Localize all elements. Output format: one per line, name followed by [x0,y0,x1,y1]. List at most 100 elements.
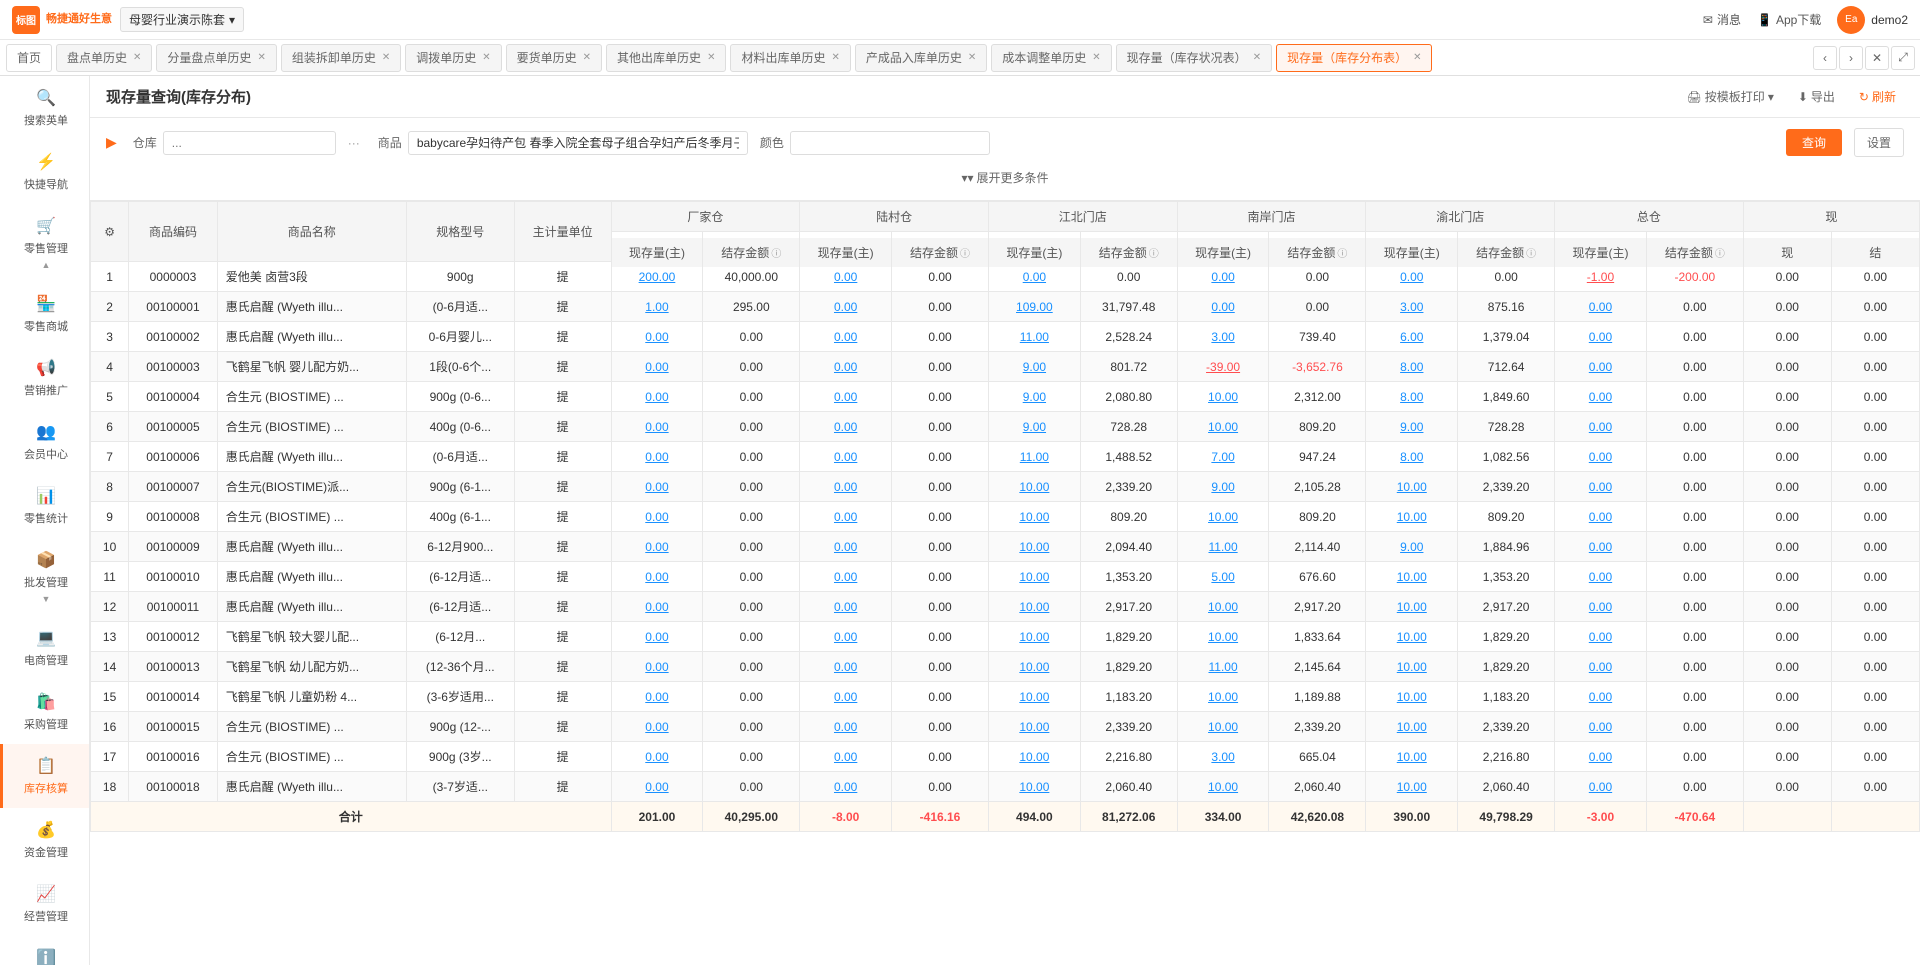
table-cell[interactable]: -39.00 [1177,352,1269,382]
table-cell[interactable]: 0.00 [611,622,703,652]
table-cell[interactable]: 0.00 [703,382,800,412]
table-cell[interactable]: 10.00 [1177,412,1269,442]
table-cell[interactable]: 0.00 [1646,772,1743,802]
table-cell[interactable]: 0.00 [800,622,892,652]
table-cell[interactable]: 0.00 [1646,652,1743,682]
table-cell[interactable]: 2,216.80 [1080,742,1177,772]
tab-11[interactable]: 现存量（库存分布表） ✕ [1276,44,1432,72]
sidebar-item-basic-info[interactable]: ℹ️ 基础信息 [0,936,89,965]
tab-8[interactable]: 产成品入库单历史 ✕ [855,44,987,72]
table-cell[interactable]: 2,094.40 [1080,532,1177,562]
store-selector[interactable]: 母婴行业演示陈套 ▾ [120,7,244,32]
table-cell[interactable]: 0.00 [1743,652,1831,682]
table-cell[interactable]: 0.00 [1646,412,1743,442]
table-cell[interactable]: 10.00 [988,742,1080,772]
table-cell[interactable]: 875.16 [1458,292,1555,322]
table-cell[interactable]: 3.00 [1177,322,1269,352]
close-icon[interactable]: ✕ [583,52,591,63]
table-cell[interactable]: 0.00 [1831,292,1919,322]
sidebar-item-finance[interactable]: 💰 资金管理 [0,808,89,872]
table-cell[interactable]: 0.00 [703,772,800,802]
table-cell[interactable]: 11.00 [1177,532,1269,562]
table-cell[interactable]: 0.00 [1646,382,1743,412]
table-cell[interactable]: 0.00 [611,592,703,622]
table-cell[interactable]: 2,339.20 [1458,712,1555,742]
table-cell[interactable]: 0.00 [1743,742,1831,772]
table-cell[interactable]: 11.00 [988,442,1080,472]
table-cell[interactable]: 1,353.20 [1080,562,1177,592]
table-cell[interactable]: 0.00 [1555,352,1647,382]
sidebar-item-purchase[interactable]: 🛍️ 采购管理 [0,680,89,744]
table-cell[interactable]: 0.00 [1743,562,1831,592]
table-cell[interactable]: 0.00 [892,682,989,712]
table-cell[interactable]: 1,833.64 [1269,622,1366,652]
table-cell[interactable]: 10.00 [1366,472,1458,502]
table-cell[interactable]: 0.00 [892,322,989,352]
table-cell[interactable]: 10.00 [1177,682,1269,712]
table-cell[interactable]: 0.00 [703,472,800,502]
table-cell[interactable]: 0.00 [1646,322,1743,352]
table-cell[interactable]: 0.00 [611,682,703,712]
table-cell[interactable]: 10.00 [988,532,1080,562]
table-cell[interactable]: 0.00 [1555,652,1647,682]
table-cell[interactable]: 9.00 [1366,532,1458,562]
table-cell[interactable]: 2,216.80 [1458,742,1555,772]
table-cell[interactable]: 0.00 [1743,592,1831,622]
table-cell[interactable]: 0.00 [1646,562,1743,592]
table-cell[interactable]: 2,060.40 [1080,772,1177,802]
table-cell[interactable]: 1,353.20 [1458,562,1555,592]
tab-4[interactable]: 调拨单历史 ✕ [405,44,501,72]
table-cell[interactable]: 0.00 [1269,292,1366,322]
table-cell[interactable]: 0.00 [1555,772,1647,802]
table-cell[interactable]: 0.00 [892,472,989,502]
table-cell[interactable]: 0.00 [800,442,892,472]
table-cell[interactable]: 10.00 [1366,562,1458,592]
table-cell[interactable]: 0.00 [1555,562,1647,592]
table-cell[interactable]: 10.00 [1366,502,1458,532]
table-cell[interactable]: 0.00 [611,712,703,742]
tab-9[interactable]: 成本调整单历史 ✕ [991,44,1111,72]
table-cell[interactable]: 712.64 [1458,352,1555,382]
close-icon[interactable]: ✕ [1092,52,1100,63]
table-cell[interactable]: 0.00 [1743,772,1831,802]
color-input[interactable] [790,131,990,155]
table-cell[interactable]: 0.00 [1831,682,1919,712]
table-cell[interactable]: 0.00 [703,502,800,532]
table-cell[interactable]: 0.00 [611,472,703,502]
table-cell[interactable]: 0.00 [800,502,892,532]
table-cell[interactable]: 676.60 [1269,562,1366,592]
table-cell[interactable]: 0.00 [1555,292,1647,322]
table-cell[interactable]: 1,183.20 [1080,682,1177,712]
table-cell[interactable]: 0.00 [1831,442,1919,472]
table-cell[interactable]: 0.00 [1555,742,1647,772]
table-cell[interactable]: 665.04 [1269,742,1366,772]
table-cell[interactable]: 10.00 [1177,622,1269,652]
table-cell[interactable]: 739.40 [1269,322,1366,352]
table-cell[interactable]: 0.00 [800,712,892,742]
table-cell[interactable]: 3.00 [1366,292,1458,322]
table-cell[interactable]: 2,060.40 [1458,772,1555,802]
table-cell[interactable]: 0.00 [1646,472,1743,502]
table-cell[interactable]: 0.00 [703,622,800,652]
table-cell[interactable]: 0.00 [1743,382,1831,412]
close-icon[interactable]: ✕ [968,52,976,63]
table-cell[interactable]: 2,060.40 [1269,772,1366,802]
table-cell[interactable]: 0.00 [1743,412,1831,442]
table-cell[interactable]: 0.00 [892,412,989,442]
goods-input[interactable] [408,131,748,155]
table-cell[interactable]: 9.00 [988,412,1080,442]
table-cell[interactable]: 0.00 [1743,622,1831,652]
tab-expand-btn[interactable]: ⤢ [1891,46,1915,70]
table-cell[interactable]: 11.00 [988,322,1080,352]
table-cell[interactable]: 10.00 [988,562,1080,592]
table-cell[interactable]: 2,145.64 [1269,652,1366,682]
table-cell[interactable]: 0.00 [703,352,800,382]
tab-2[interactable]: 分量盘点单历史 ✕ [156,44,276,72]
table-cell[interactable]: 728.28 [1080,412,1177,442]
table-cell[interactable]: 10.00 [988,592,1080,622]
query-btn[interactable]: 查询 [1786,129,1842,156]
table-cell[interactable]: 1,082.56 [1458,442,1555,472]
sidebar-item-retail-stats[interactable]: 📊 零售统计 [0,474,89,538]
table-cell[interactable]: 0.00 [611,502,703,532]
table-cell[interactable]: 0.00 [611,352,703,382]
